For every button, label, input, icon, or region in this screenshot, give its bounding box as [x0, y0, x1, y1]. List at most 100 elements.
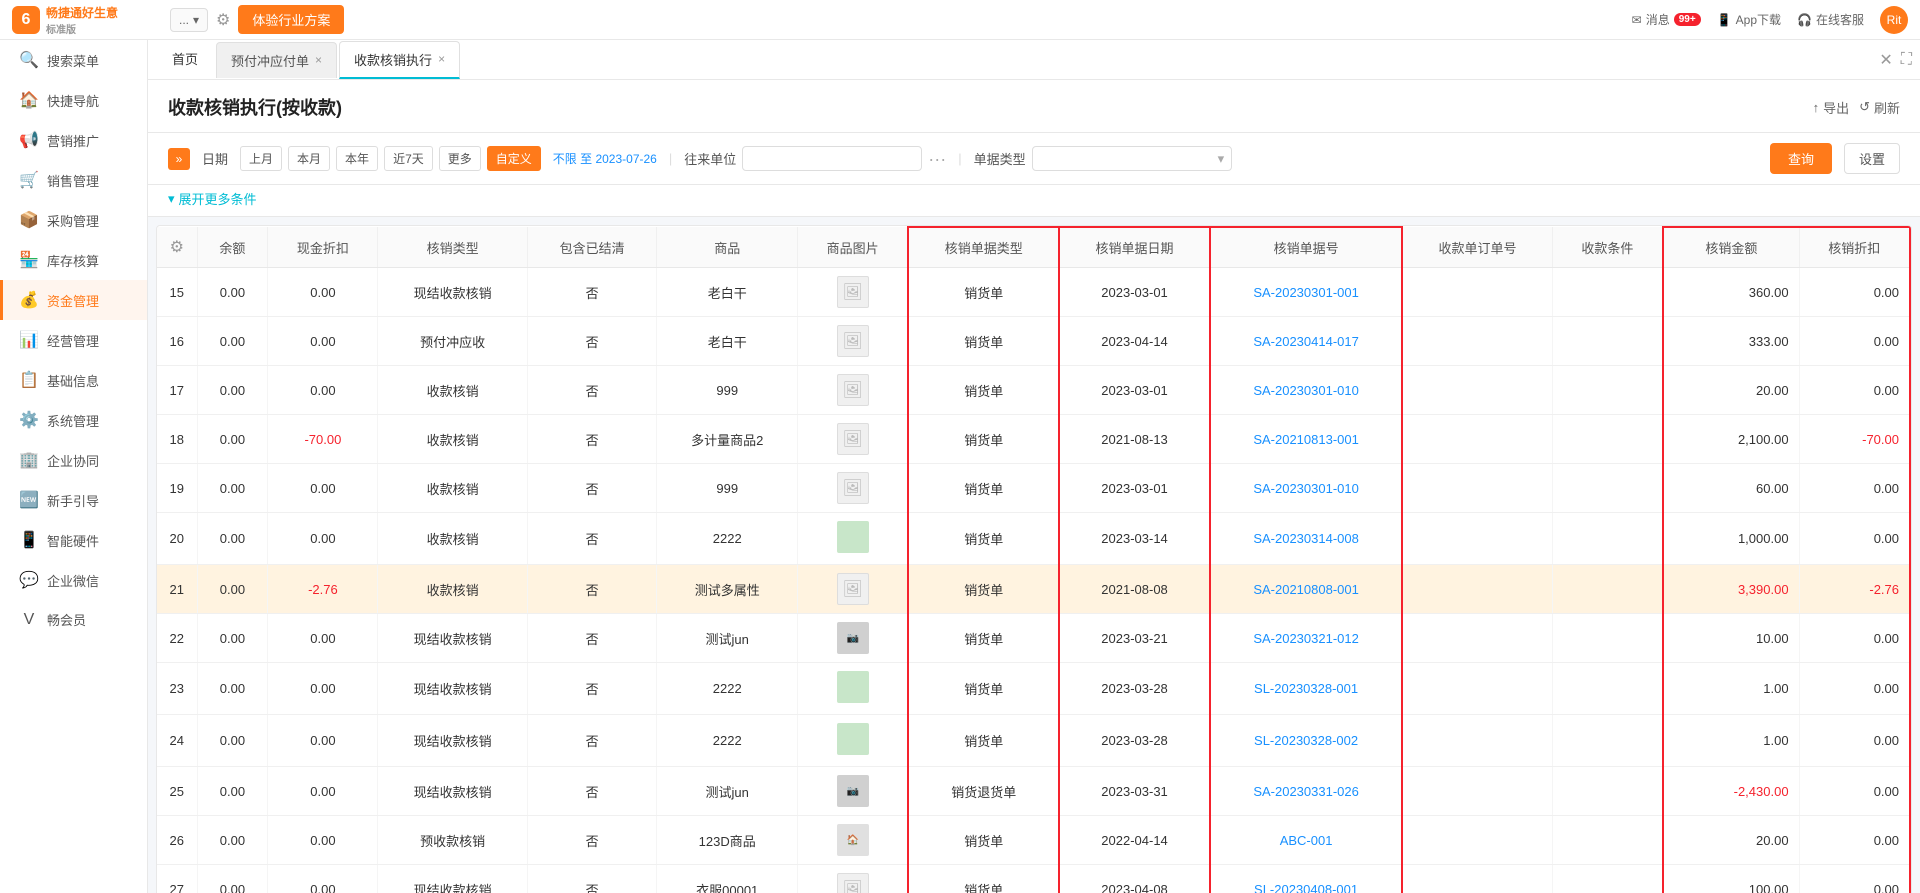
- bill-type-select[interactable]: [1032, 146, 1232, 171]
- date-filter-label: 日期: [202, 149, 228, 168]
- row-bill-no[interactable]: SA-20230331-026: [1210, 767, 1402, 816]
- row-bill-no[interactable]: ABC-001: [1210, 816, 1402, 865]
- sidebar-item-purchase[interactable]: 📦 采购管理: [0, 200, 147, 240]
- row-balance: 0.00: [197, 317, 268, 366]
- bill-no-link[interactable]: SA-20230301-010: [1253, 383, 1359, 398]
- partner-input[interactable]: [742, 146, 922, 171]
- row-bill-no[interactable]: SL-20230328-001: [1210, 663, 1402, 715]
- sidebar-item-corp[interactable]: 🏢 企业协同: [0, 440, 147, 480]
- message-count: 99+: [1674, 13, 1701, 26]
- row-receipt-condition: [1552, 317, 1663, 366]
- period-more[interactable]: 更多: [439, 146, 481, 171]
- row-bill-no[interactable]: SA-20230321-012: [1210, 614, 1402, 663]
- service-icon: 🎧: [1797, 13, 1812, 27]
- product-image: 🖼: [837, 472, 869, 504]
- bill-no-link[interactable]: SA-20230321-012: [1253, 631, 1359, 646]
- refresh-button[interactable]: ↺ 刷新: [1859, 98, 1900, 117]
- sidebar-item-hardware[interactable]: 📱 智能硬件: [0, 520, 147, 560]
- trial-button[interactable]: 体验行业方案: [238, 5, 344, 34]
- sidebar-item-inventory[interactable]: 🏪 库存核算: [0, 240, 147, 280]
- online-service-link[interactable]: 🎧 在线客服: [1797, 11, 1864, 28]
- product-image: 🖼: [837, 276, 869, 308]
- tab-prepaid[interactable]: 预付冲应付单 ×: [216, 42, 337, 78]
- app-download-link[interactable]: 📱 App下载: [1717, 11, 1781, 28]
- row-bill-no[interactable]: SA-20210808-001: [1210, 565, 1402, 614]
- row-number: 25: [157, 767, 197, 816]
- column-config-icon[interactable]: ⚙: [170, 239, 184, 256]
- bill-no-link[interactable]: SA-20230301-001: [1253, 285, 1359, 300]
- col-config-header[interactable]: ⚙: [157, 227, 197, 268]
- row-product: 123D商品: [657, 816, 798, 865]
- tab-writeoff-close[interactable]: ×: [438, 52, 445, 66]
- bill-no-link[interactable]: SA-20230301-010: [1253, 481, 1359, 496]
- bill-no-link[interactable]: SA-20230314-008: [1253, 531, 1359, 546]
- row-settled: 否: [527, 415, 657, 464]
- expand-conditions-button[interactable]: ▾ 展开更多条件: [168, 189, 257, 208]
- bill-no-link[interactable]: SA-20230331-026: [1253, 784, 1359, 799]
- row-balance: 0.00: [197, 513, 268, 565]
- sidebar-item-marketing[interactable]: 📢 营销推广: [0, 120, 147, 160]
- sidebar-item-wechat[interactable]: 💬 企业微信: [0, 560, 147, 600]
- sidebar-item-shortcuts[interactable]: 🏠 快捷导航: [0, 80, 147, 120]
- sidebar-item-member[interactable]: V 畅会员: [0, 600, 147, 639]
- col-bill-type-header: 核销单据类型: [908, 227, 1059, 268]
- filter-toggle-button[interactable]: »: [168, 148, 190, 170]
- row-writeoff-type: 现结收款核销: [378, 614, 527, 663]
- period-this-year[interactable]: 本年: [336, 146, 378, 171]
- row-bill-no[interactable]: SA-20210813-001: [1210, 415, 1402, 464]
- row-writeoff-discount: -70.00: [1799, 415, 1910, 464]
- page-actions: ↑ 导出 ↺ 刷新: [1813, 98, 1900, 117]
- period-7days[interactable]: 近7天: [384, 146, 433, 171]
- settings-button[interactable]: 设置: [1844, 143, 1900, 174]
- row-cash-discount: 0.00: [268, 767, 378, 816]
- row-writeoff-discount: -2.76: [1799, 565, 1910, 614]
- row-cash-discount: 0.00: [268, 715, 378, 767]
- sidebar-item-finance[interactable]: 💰 资金管理: [0, 280, 147, 320]
- tab-maximize-icon[interactable]: ⛶: [1901, 51, 1912, 69]
- row-bill-no[interactable]: SA-20230314-008: [1210, 513, 1402, 565]
- sidebar-item-system[interactable]: ⚙️ 系统管理: [0, 400, 147, 440]
- query-button[interactable]: 查询: [1770, 143, 1832, 174]
- table-row: 23 0.00 0.00 现结收款核销 否 2222 销货单 2023-03-2…: [157, 663, 1910, 715]
- bill-no-link[interactable]: ABC-001: [1280, 833, 1333, 848]
- table-row: 26 0.00 0.00 预收款核销 否 123D商品 🏠 销货单 2022-0…: [157, 816, 1910, 865]
- bill-no-link[interactable]: SA-20230414-017: [1253, 334, 1359, 349]
- sidebar-item-business[interactable]: 📊 经营管理: [0, 320, 147, 360]
- company-selector[interactable]: ... ▾: [170, 8, 208, 32]
- sidebar-item-sales[interactable]: 🛒 销售管理: [0, 160, 147, 200]
- sidebar-item-basic[interactable]: 📋 基础信息: [0, 360, 147, 400]
- product-image: 📷: [837, 775, 869, 807]
- row-bill-no[interactable]: SA-20230414-017: [1210, 317, 1402, 366]
- row-settled: 否: [527, 767, 657, 816]
- tab-prepaid-close[interactable]: ×: [315, 53, 322, 67]
- row-bill-no[interactable]: SA-20230301-010: [1210, 366, 1402, 415]
- row-writeoff-type: 现结收款核销: [378, 663, 527, 715]
- bill-no-link[interactable]: SA-20210808-001: [1253, 582, 1359, 597]
- row-bill-no[interactable]: SL-20230328-002: [1210, 715, 1402, 767]
- row-writeoff-type: 现结收款核销: [378, 268, 527, 317]
- partner-dots-icon[interactable]: ···: [928, 150, 946, 168]
- bill-no-link[interactable]: SL-20230408-001: [1254, 882, 1358, 893]
- product-image: 🖼: [837, 374, 869, 406]
- period-last-month[interactable]: 上月: [240, 146, 282, 171]
- export-button[interactable]: ↑ 导出: [1813, 98, 1850, 117]
- bill-no-link[interactable]: SL-20230328-001: [1254, 681, 1358, 696]
- message-badge[interactable]: ✉ 消息 99+: [1632, 11, 1701, 28]
- row-cash-discount: 0.00: [268, 816, 378, 865]
- row-bill-no[interactable]: SA-20230301-010: [1210, 464, 1402, 513]
- row-bill-no[interactable]: SL-20230408-001: [1210, 865, 1402, 893]
- settings-icon[interactable]: ⚙: [216, 10, 230, 30]
- sidebar-item-search[interactable]: 🔍 搜索菜单: [0, 40, 147, 80]
- bill-no-link[interactable]: SL-20230328-002: [1254, 733, 1358, 748]
- sidebar-item-guide[interactable]: 🆕 新手引导: [0, 480, 147, 520]
- tab-close-window-icon[interactable]: ✕: [1879, 50, 1892, 70]
- period-this-month[interactable]: 本月: [288, 146, 330, 171]
- row-bill-type: 销货单: [908, 614, 1059, 663]
- period-custom[interactable]: 自定义: [487, 146, 541, 171]
- row-cash-discount: -2.76: [268, 565, 378, 614]
- tab-home[interactable]: 首页: [156, 41, 214, 78]
- user-avatar[interactable]: Rit: [1880, 6, 1908, 34]
- row-bill-no[interactable]: SA-20230301-001: [1210, 268, 1402, 317]
- tab-writeoff[interactable]: 收款核销执行 ×: [339, 41, 460, 79]
- bill-no-link[interactable]: SA-20210813-001: [1253, 432, 1359, 447]
